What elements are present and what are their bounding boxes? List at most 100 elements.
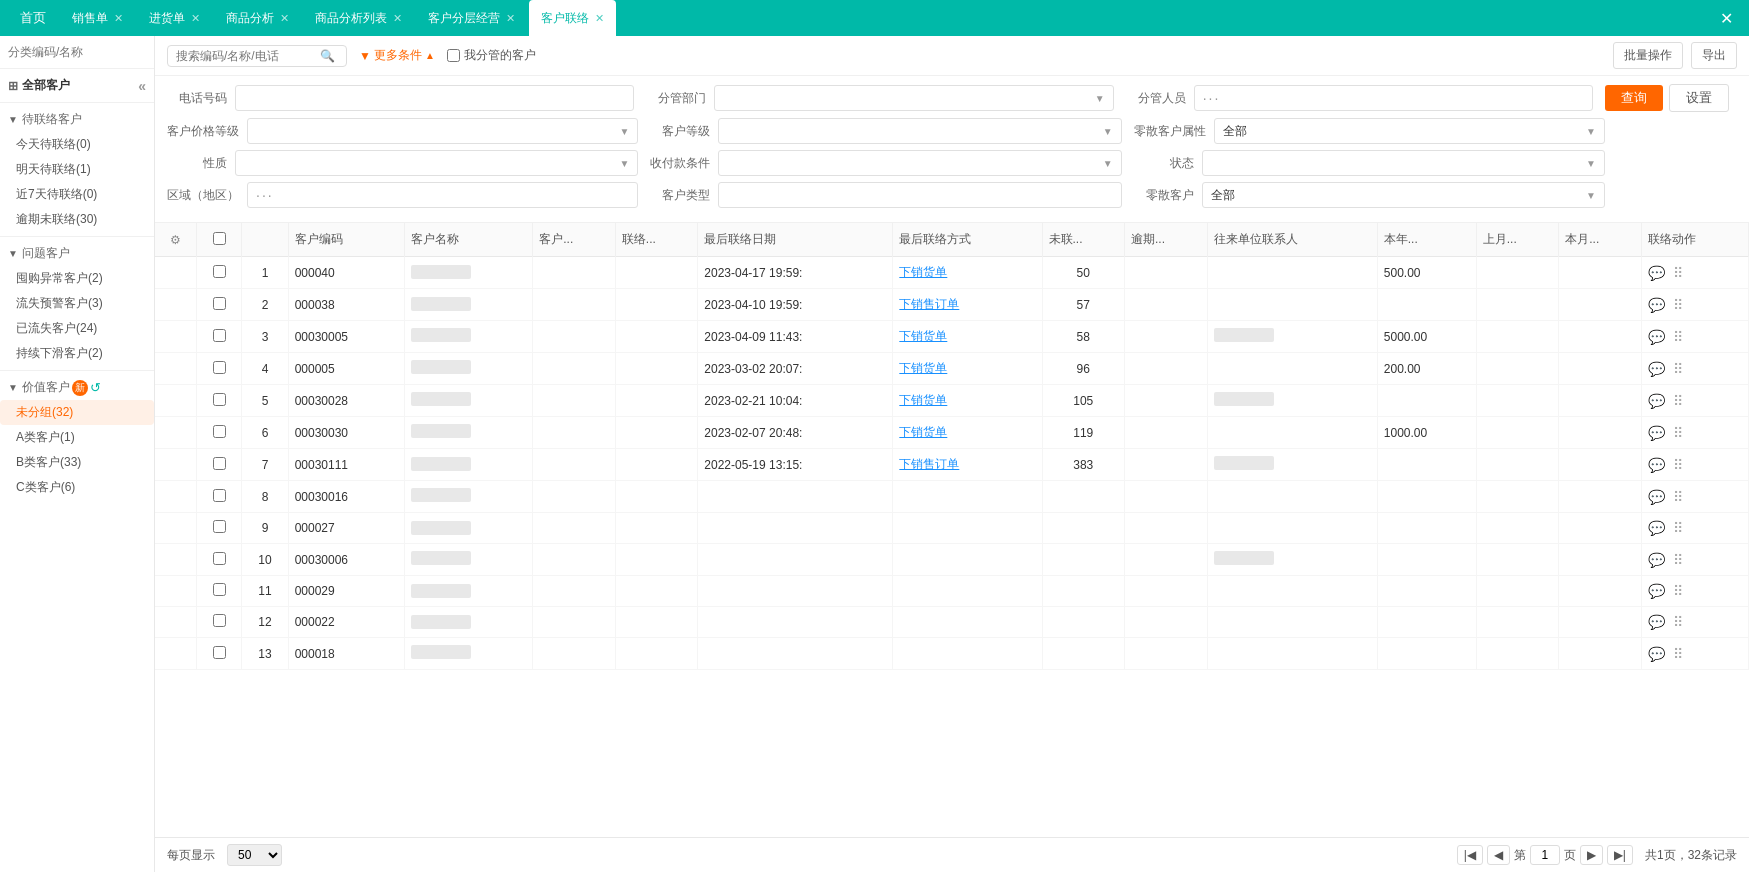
- chat-icon[interactable]: 💬: [1648, 583, 1665, 599]
- sidebar-item-ungrouped[interactable]: 未分组(32): [0, 400, 154, 425]
- row-last-method-cell[interactable]: 下销货单: [893, 385, 1042, 417]
- sidebar-item-today[interactable]: 今天待联络(0): [0, 132, 154, 157]
- col-last-month[interactable]: 上月...: [1476, 223, 1559, 257]
- filter-more-conditions[interactable]: ▼ 更多条件 ▲: [359, 47, 435, 64]
- filter-search-input[interactable]: [176, 49, 316, 63]
- more-icon[interactable]: ⠿: [1673, 361, 1683, 377]
- col-overdue[interactable]: 逾期...: [1125, 223, 1208, 257]
- row-last-method-cell[interactable]: 下销货单: [893, 257, 1042, 289]
- nav-home[interactable]: 首页: [8, 0, 58, 36]
- export-button[interactable]: 导出: [1691, 42, 1737, 69]
- chat-icon[interactable]: 💬: [1648, 489, 1665, 505]
- row-last-method-cell[interactable]: 下销售订单: [893, 289, 1042, 321]
- chat-icon[interactable]: 💬: [1648, 552, 1665, 568]
- row-checkbox[interactable]: [213, 646, 226, 659]
- col-customer-type[interactable]: 客户...: [533, 223, 616, 257]
- close-analysis-tab[interactable]: ✕: [280, 12, 289, 25]
- col-last-method[interactable]: 最后联络方式: [893, 223, 1042, 257]
- row-checkbox[interactable]: [213, 393, 226, 406]
- col-customer-name[interactable]: 客户名称: [405, 223, 533, 257]
- more-icon[interactable]: ⠿: [1673, 520, 1683, 536]
- row-last-method-cell[interactable]: 下销售订单: [893, 449, 1042, 481]
- col-company-contact[interactable]: 往来单位联系人: [1207, 223, 1377, 257]
- window-close-button[interactable]: ✕: [1712, 9, 1741, 28]
- sidebar-item-declining[interactable]: 持续下滑客户(2): [0, 341, 154, 366]
- group-problem-customers[interactable]: ▼ 问题客户: [0, 241, 154, 266]
- sidebar-item-hoarding[interactable]: 囤购异常客户(2): [0, 266, 154, 291]
- more-icon[interactable]: ⠿: [1673, 646, 1683, 662]
- reset-button[interactable]: 设置: [1669, 84, 1729, 112]
- last-page-btn[interactable]: ▶|: [1607, 845, 1633, 865]
- more-icon[interactable]: ⠿: [1673, 425, 1683, 441]
- nav-tab-purchase[interactable]: 进货单 ✕: [137, 0, 212, 36]
- more-icon[interactable]: ⠿: [1673, 393, 1683, 409]
- more-icon[interactable]: ⠿: [1673, 457, 1683, 473]
- all-customers-header[interactable]: ⊞ 全部客户 «: [0, 69, 154, 98]
- row-checkbox[interactable]: [213, 265, 226, 278]
- row-checkbox[interactable]: [213, 457, 226, 470]
- chat-icon[interactable]: 💬: [1648, 614, 1665, 630]
- row-checkbox[interactable]: [213, 297, 226, 310]
- field-dept-select[interactable]: ▼: [714, 85, 1113, 111]
- col-contact[interactable]: 联络...: [615, 223, 698, 257]
- filter-search-icon[interactable]: 🔍: [320, 49, 335, 63]
- field-price-level-select[interactable]: ▼: [247, 118, 638, 144]
- close-customer-tier-tab[interactable]: ✕: [506, 12, 515, 25]
- row-last-method-cell[interactable]: 下销货单: [893, 417, 1042, 449]
- more-icon[interactable]: ⠿: [1673, 329, 1683, 345]
- col-this-month[interactable]: 本月...: [1559, 223, 1642, 257]
- field-payment-select[interactable]: ▼: [718, 150, 1121, 176]
- chat-icon[interactable]: 💬: [1648, 520, 1665, 536]
- query-button[interactable]: 查询: [1605, 85, 1663, 111]
- col-settings[interactable]: ⚙: [155, 223, 196, 257]
- field-status-select[interactable]: ▼: [1202, 150, 1605, 176]
- more-icon[interactable]: ⠿: [1673, 583, 1683, 599]
- row-checkbox[interactable]: [213, 489, 226, 502]
- sidebar-item-churned[interactable]: 已流失客户(24): [0, 316, 154, 341]
- more-icon[interactable]: ⠿: [1673, 614, 1683, 630]
- chat-icon[interactable]: 💬: [1648, 393, 1665, 409]
- row-checkbox[interactable]: [213, 329, 226, 342]
- next-page-btn[interactable]: ▶: [1580, 845, 1603, 865]
- first-page-btn[interactable]: |◀: [1457, 845, 1483, 865]
- row-checkbox[interactable]: [213, 520, 226, 533]
- more-icon[interactable]: ⠿: [1673, 552, 1683, 568]
- chat-icon[interactable]: 💬: [1648, 425, 1665, 441]
- per-page-select[interactable]: 50 20 100: [227, 844, 282, 866]
- sidebar-item-overdue[interactable]: 逾期未联络(30): [0, 207, 154, 232]
- row-checkbox[interactable]: [213, 425, 226, 438]
- sidebar-item-tomorrow[interactable]: 明天待联络(1): [0, 157, 154, 182]
- collapse-sidebar-btn[interactable]: «: [138, 78, 146, 94]
- field-customer-level-select[interactable]: ▼: [718, 118, 1121, 144]
- more-icon[interactable]: ⠿: [1673, 297, 1683, 313]
- chat-icon[interactable]: 💬: [1648, 361, 1665, 377]
- row-checkbox[interactable]: [213, 614, 226, 627]
- nav-tab-customer-contact[interactable]: 客户联络 ✕: [529, 0, 616, 36]
- refresh-icon[interactable]: ↺: [90, 380, 101, 395]
- field-phone-input[interactable]: [235, 85, 634, 111]
- page-input[interactable]: [1530, 845, 1560, 865]
- sidebar-item-class-b[interactable]: B类客户(33): [0, 450, 154, 475]
- col-this-year[interactable]: 本年...: [1377, 223, 1476, 257]
- field-retail-customer-select[interactable]: 全部 ▼: [1202, 182, 1605, 208]
- row-last-method-cell[interactable]: 下销货单: [893, 321, 1042, 353]
- close-purchase-tab[interactable]: ✕: [191, 12, 200, 25]
- chat-icon[interactable]: 💬: [1648, 457, 1665, 473]
- chat-icon[interactable]: 💬: [1648, 646, 1665, 662]
- nav-tab-analysis[interactable]: 商品分析 ✕: [214, 0, 301, 36]
- group-pending-contact[interactable]: ▼ 待联络客户: [0, 107, 154, 132]
- chat-icon[interactable]: 💬: [1648, 329, 1665, 345]
- row-last-method-cell[interactable]: 下销货单: [893, 353, 1042, 385]
- col-last-date[interactable]: 最后联络日期: [698, 223, 893, 257]
- field-manager-input[interactable]: ···: [1194, 85, 1593, 111]
- my-customers-checkbox[interactable]: [447, 49, 460, 62]
- sidebar-item-7days[interactable]: 近7天待联络(0): [0, 182, 154, 207]
- sidebar-item-churn-warning[interactable]: 流失预警客户(3): [0, 291, 154, 316]
- sidebar-search-input[interactable]: [8, 45, 155, 59]
- group-value-customers[interactable]: ▼ 价值客户 新 ↺: [0, 375, 154, 400]
- select-all-checkbox[interactable]: [213, 232, 226, 245]
- more-icon[interactable]: ⠿: [1673, 265, 1683, 281]
- nav-tab-sales[interactable]: 销售单 ✕: [60, 0, 135, 36]
- nav-tab-customer-tier[interactable]: 客户分层经营 ✕: [416, 0, 527, 36]
- sidebar-item-class-a[interactable]: A类客户(1): [0, 425, 154, 450]
